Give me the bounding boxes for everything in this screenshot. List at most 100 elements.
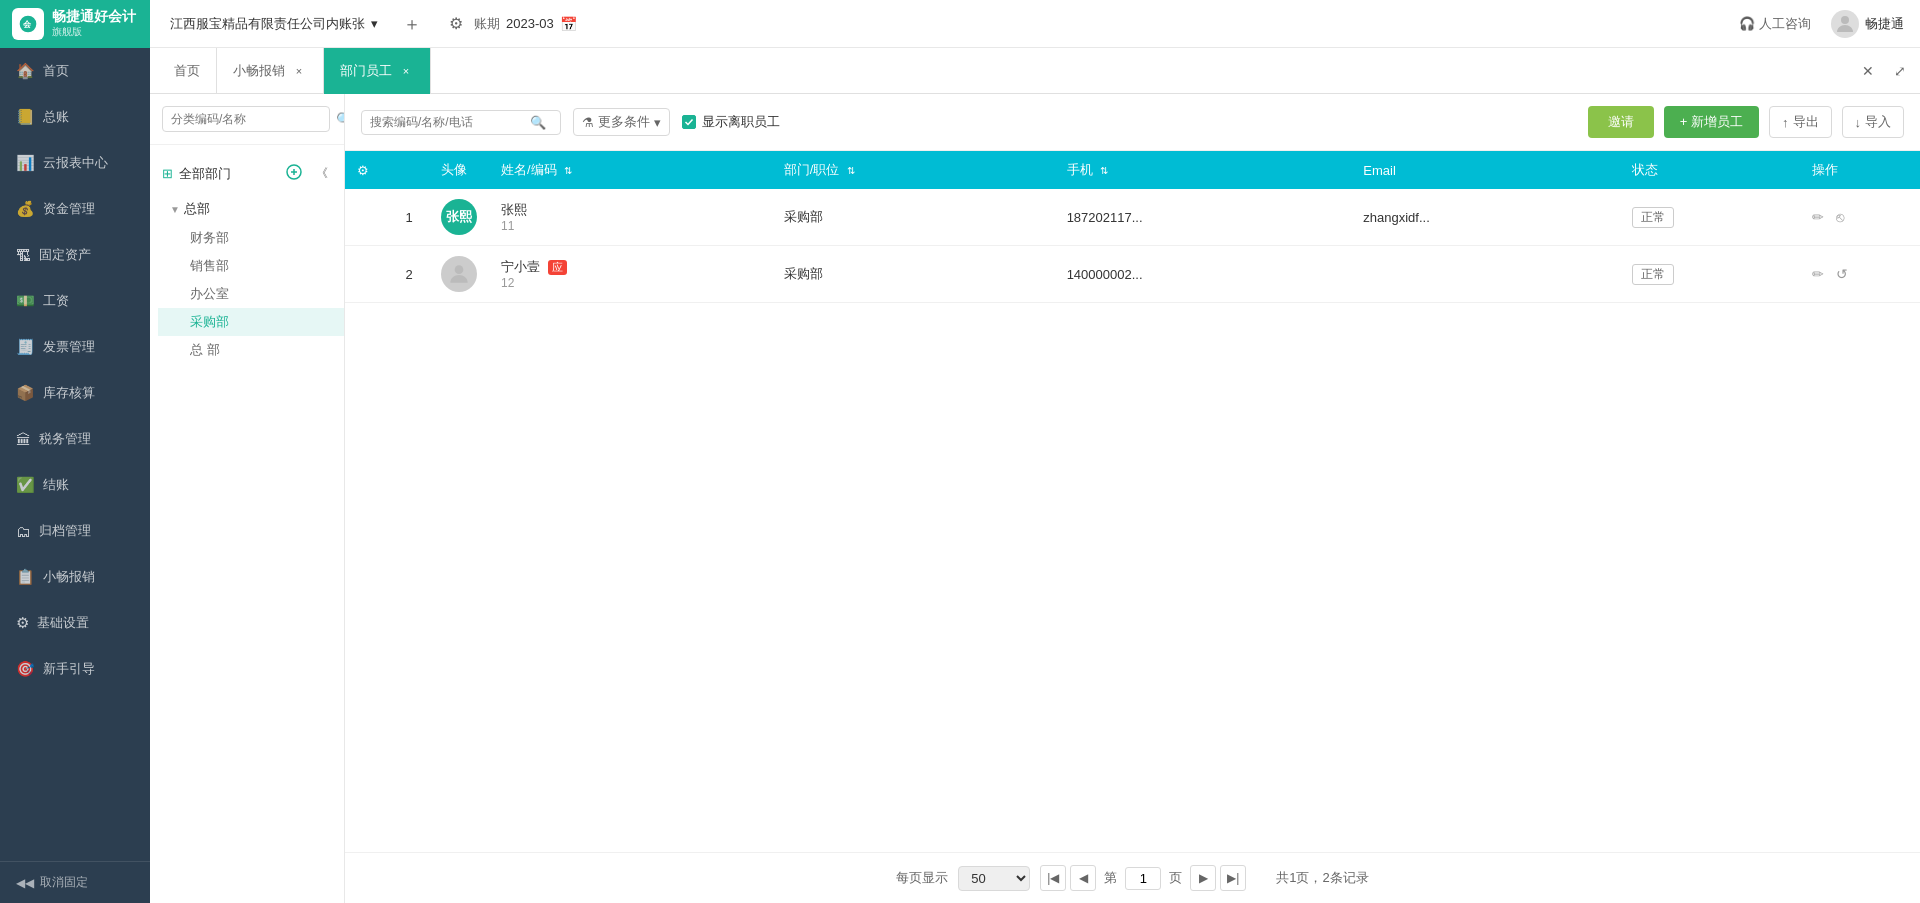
sidebar-item-funds[interactable]: 💰 资金管理 [0, 186, 150, 232]
sidebar-label-salary: 工资 [43, 292, 69, 310]
col-phone[interactable]: 手机 ⇅ [1055, 151, 1352, 189]
tab-close-window-button[interactable]: ✕ [1856, 59, 1880, 83]
show-resigned-label: 显示离职员工 [702, 113, 780, 131]
sidebar-item-salary[interactable]: 💵 工资 [0, 278, 150, 324]
export-label: 导出 [1793, 113, 1819, 131]
tab-employees-label: 部门员工 [340, 62, 392, 80]
add-employee-button[interactable]: + 新增员工 [1664, 106, 1759, 138]
next-page-button[interactable]: ▶ [1190, 865, 1216, 891]
row1-avatar: 张熙 [429, 189, 489, 246]
left-panel: 🔍 ⊞ 全部部门 《 ▼ 总部 [150, 94, 345, 903]
row2-phone: 140000002... [1055, 246, 1352, 303]
headset-icon: 🎧 [1739, 16, 1755, 31]
employee-search-input[interactable] [370, 115, 530, 129]
dept-parent-hq[interactable]: ▼ 总部 [158, 194, 344, 224]
sidebar-item-tax[interactable]: 🏛 税务管理 [0, 416, 150, 462]
company-selector[interactable]: 江西服宝精品有限责任公司内账张 ▾ [170, 15, 378, 33]
dept-child-sales[interactable]: 销售部 [158, 252, 344, 280]
row1-name-block: 张熙 11 [501, 201, 760, 233]
row2-dept: 采购部 [772, 246, 1055, 303]
dept-group-hq: ▼ 总部 财务部 销售部 办公室 采购部 总 部 [150, 194, 344, 364]
col-name[interactable]: 姓名/编码 ⇅ [489, 151, 772, 189]
sidebar-label-guide: 新手引导 [43, 660, 95, 678]
import-label: 导入 [1865, 113, 1891, 131]
sidebar-item-guide[interactable]: 🎯 新手引导 [0, 646, 150, 692]
employee-table-area: ⚙ 头像 姓名/编码 ⇅ 部门/职位 ⇅ [345, 151, 1920, 852]
row2-settings [345, 246, 389, 303]
dept-child-hq2[interactable]: 总 部 [158, 336, 344, 364]
col-num [389, 151, 429, 189]
invoice-icon: 🧾 [16, 338, 35, 356]
import-button[interactable]: ↓ 导入 [1842, 106, 1905, 138]
invite-button[interactable]: 邀请 [1588, 106, 1654, 138]
dept-child-purchasing[interactable]: 采购部 [158, 308, 344, 336]
app-sub: 旗舰版 [52, 25, 136, 39]
employee-search-icon[interactable]: 🔍 [530, 115, 546, 130]
more-filter-button[interactable]: ⚗ 更多条件 ▾ [573, 108, 670, 136]
reports-icon: 📊 [16, 154, 35, 172]
per-page-select[interactable]: 10 20 50 100 [958, 866, 1030, 891]
main-layout: 🏠 首页 📒 总账 📊 云报表中心 💰 资金管理 🏗 固定资产 💵 工资 🧾 发… [0, 48, 1920, 903]
sidebar-item-closing[interactable]: ✅ 结账 [0, 462, 150, 508]
guide-icon: 🎯 [16, 660, 35, 678]
all-dept-item[interactable]: ⊞ 全部部门 《 [150, 153, 344, 194]
pagination-bar: 每页显示 10 20 50 100 |◀ ◀ 第 页 ▶ ▶| [345, 852, 1920, 903]
funds-icon: 💰 [16, 200, 35, 218]
sidebar-item-home[interactable]: 🏠 首页 [0, 48, 150, 94]
sidebar-item-inventory[interactable]: 📦 库存核算 [0, 370, 150, 416]
sidebar-item-archive[interactable]: 🗂 归档管理 [0, 508, 150, 554]
last-page-button[interactable]: ▶| [1220, 865, 1246, 891]
employee-toolbar: 🔍 ⚗ 更多条件 ▾ 显示离职员工 邀请 [345, 94, 1920, 151]
dept-child-office[interactable]: 办公室 [158, 280, 344, 308]
dept-search-input[interactable] [162, 106, 330, 132]
row2-avatar-circle [441, 256, 477, 292]
content-area: 首页 小畅报销 × 部门员工 × ✕ ⤢ 🔍 [150, 48, 1920, 903]
row1-phone: 187202117... [1055, 189, 1352, 246]
row1-logout-icon[interactable]: ⎋ [1836, 209, 1844, 225]
col-dept[interactable]: 部门/职位 ⇅ [772, 151, 1055, 189]
sidebar-item-invoice[interactable]: 🧾 发票管理 [0, 324, 150, 370]
right-panel: 🔍 ⚗ 更多条件 ▾ 显示离职员工 邀请 [345, 94, 1920, 903]
calendar-icon[interactable]: 📅 [560, 16, 577, 32]
show-resigned-toggle[interactable]: 显示离职员工 [682, 113, 780, 131]
tab-expense-close[interactable]: × [291, 63, 307, 79]
tab-home[interactable]: 首页 [158, 48, 217, 94]
add-tab-button[interactable]: ＋ [398, 10, 426, 38]
cancel-pin-label: 取消固定 [40, 874, 88, 891]
tab-employees-close[interactable]: × [398, 63, 414, 79]
row2-refresh-icon[interactable]: ↺ [1836, 266, 1848, 282]
import-icon: ↓ [1855, 115, 1862, 130]
prev-page-button[interactable]: ◀ [1070, 865, 1096, 891]
settings-button[interactable]: ⚙ [442, 10, 470, 38]
dept-search-button[interactable]: 🔍 [336, 112, 345, 127]
dept-edit-button[interactable] [282, 162, 306, 186]
row1-edit-icon[interactable]: ✏ [1812, 209, 1824, 225]
collapse-button[interactable]: 《 [312, 161, 332, 186]
row2-edit-icon[interactable]: ✏ [1812, 266, 1824, 282]
dept-child-finance[interactable]: 财务部 [158, 224, 344, 252]
col-email: Email [1351, 151, 1620, 189]
first-page-button[interactable]: |◀ [1040, 865, 1066, 891]
export-button[interactable]: ↑ 导出 [1769, 106, 1832, 138]
tab-expense[interactable]: 小畅报销 × [217, 48, 324, 94]
sidebar-item-settings[interactable]: ⚙ 基础设置 [0, 600, 150, 646]
page-number-input[interactable] [1125, 867, 1161, 890]
filter-label: 更多条件 [598, 113, 650, 131]
sidebar-item-reports[interactable]: 📊 云报表中心 [0, 140, 150, 186]
show-resigned-checkbox[interactable] [682, 115, 696, 129]
tab-expand-button[interactable]: ⤢ [1888, 59, 1912, 83]
sidebar-item-assets[interactable]: 🏗 固定资产 [0, 232, 150, 278]
table-settings-icon[interactable]: ⚙ [357, 163, 369, 178]
service-button[interactable]: 🎧 人工咨询 [1739, 15, 1811, 33]
user-area[interactable]: 畅捷通 [1831, 10, 1904, 38]
sidebar-label-reports: 云报表中心 [43, 154, 108, 172]
cancel-pin-button[interactable]: ◀◀ 取消固定 [0, 861, 150, 903]
page-label: 页 [1165, 869, 1186, 887]
sidebar-item-ledger[interactable]: 📒 总账 [0, 94, 150, 140]
export-icon: ↑ [1782, 115, 1789, 130]
employee-search-box: 🔍 [361, 110, 561, 135]
expand-arrow-icon: ▼ [170, 204, 180, 215]
grid-icon: ⊞ [162, 166, 173, 181]
sidebar-item-expense[interactable]: 📋 小畅报销 [0, 554, 150, 600]
tab-employees[interactable]: 部门员工 × [324, 48, 431, 94]
